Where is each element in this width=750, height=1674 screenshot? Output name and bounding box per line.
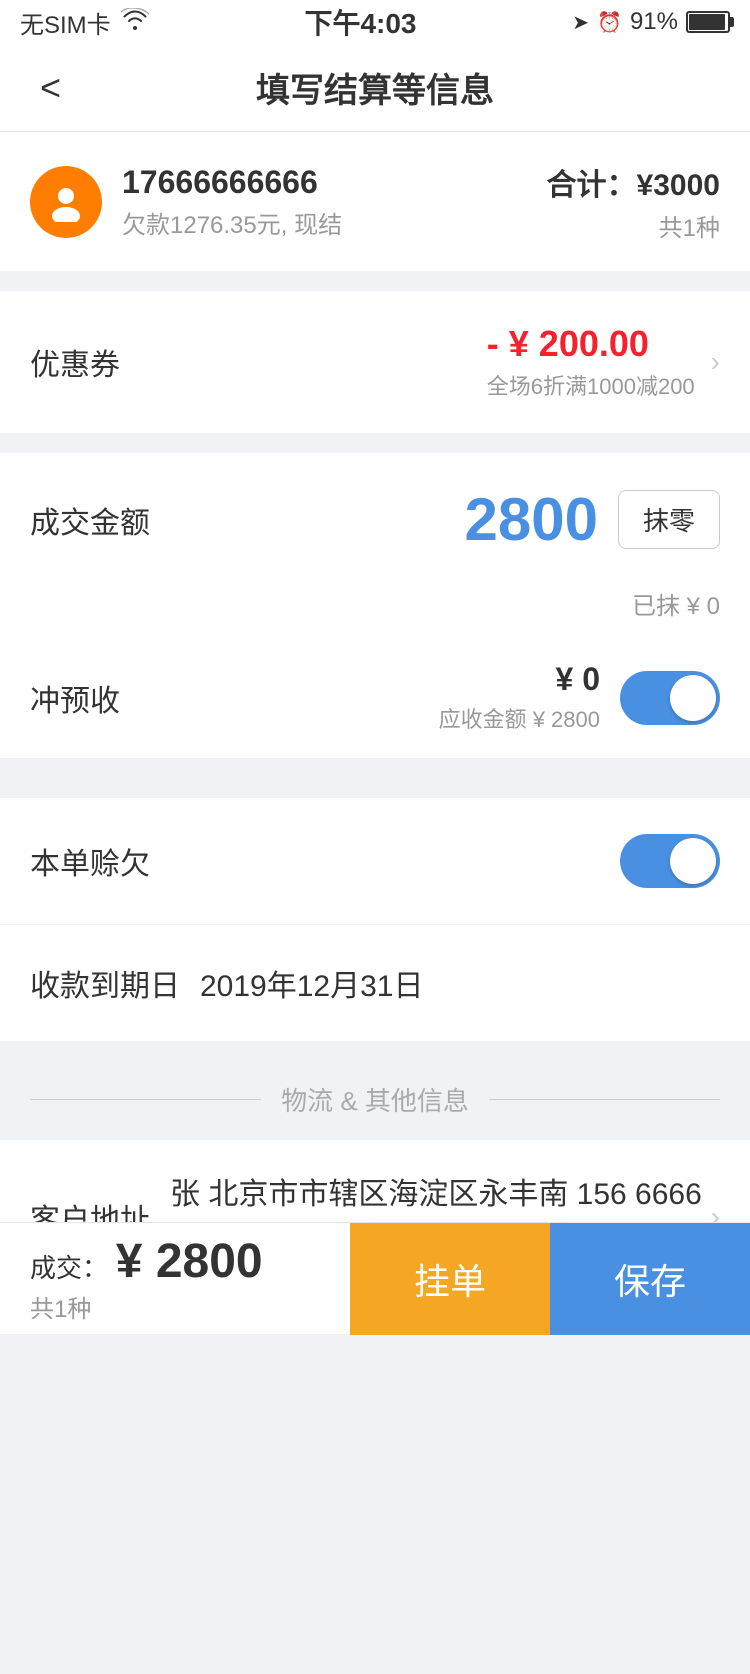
- nav-bar: < 填写结算等信息: [0, 44, 750, 132]
- hang-button-label: 挂单: [414, 1253, 486, 1305]
- status-left: 无SIM卡: [20, 5, 149, 40]
- round-button[interactable]: 抹零: [618, 490, 720, 549]
- customer-right: 合计：¥3000 共1种: [547, 160, 720, 243]
- bottom-info: 成交： ¥ 2800 共1种: [0, 1234, 350, 1324]
- divider-1: [0, 778, 750, 798]
- wifi-icon: [121, 8, 149, 37]
- bottom-amount: ¥ 2800: [116, 1235, 263, 1288]
- debt-label: 本单赊欠: [30, 839, 150, 883]
- alarm-icon: ⏰: [597, 10, 622, 35]
- logistics-divider: 物流 & 其他信息: [0, 1061, 750, 1138]
- coupon-right: - ¥ 200.00 全场6折满1000减200 ›: [487, 323, 720, 401]
- debt-toggle[interactable]: [620, 834, 720, 888]
- carrier-text: 无SIM卡: [20, 5, 111, 40]
- bottom-count: 共1种: [30, 1289, 320, 1324]
- total-count: 共1种: [547, 208, 720, 243]
- deal-row: 成交金额 2800 抹零: [0, 453, 750, 586]
- customer-left: 17666666666 欠款1276.35元, 现结: [30, 164, 342, 240]
- save-button-label: 保存: [614, 1253, 686, 1305]
- status-bar: 无SIM卡 下午4:03 ➤ ⏰ 91%: [0, 0, 750, 44]
- coupon-amount: - ¥ 200.00: [487, 323, 695, 365]
- logistics-line-left: [30, 1099, 261, 1100]
- prepay-sub: 应收金额 ¥ 2800: [439, 702, 600, 734]
- deal-sub: 已抹 ¥ 0: [0, 586, 750, 637]
- customer-info: 17666666666 欠款1276.35元, 现结: [122, 164, 342, 240]
- location-icon: ➤: [572, 10, 589, 35]
- deal-label: 成交金额: [30, 498, 150, 542]
- bottom-total-line: 成交： ¥ 2800: [30, 1234, 320, 1289]
- coupon-row[interactable]: 优惠券 - ¥ 200.00 全场6折满1000减200 ›: [0, 291, 750, 433]
- coupon-desc: 全场6折满1000减200: [487, 369, 695, 401]
- back-button[interactable]: <: [30, 57, 71, 119]
- deal-right: 2800 抹零: [465, 485, 721, 554]
- debt-row: 本单赊欠: [0, 798, 750, 924]
- page-title: 填写结算等信息: [256, 63, 494, 112]
- toggle-knob: [670, 675, 716, 721]
- bottom-deal-label: 成交：: [30, 1253, 108, 1283]
- save-button[interactable]: 保存: [550, 1223, 750, 1335]
- customer-sub: 欠款1276.35元, 现结: [122, 205, 342, 240]
- hang-button[interactable]: 挂单: [350, 1223, 550, 1335]
- due-date: 2019年12月31日: [200, 961, 423, 1005]
- prepay-row: 冲预收 ¥ 0 应收金额 ¥ 2800: [0, 637, 750, 758]
- due-date-row: 收款到期日 2019年12月31日: [0, 925, 750, 1041]
- coupon-chevron-icon: ›: [711, 346, 720, 378]
- battery-percent: 91%: [630, 8, 678, 36]
- deal-amount: 2800: [465, 485, 598, 554]
- status-time: 下午4:03: [304, 2, 416, 42]
- bottom-bar: 成交： ¥ 2800 共1种 挂单 保存: [0, 1222, 750, 1334]
- coupon-amount-block: - ¥ 200.00 全场6折满1000减200: [487, 323, 695, 401]
- prepay-amount: ¥ 0: [439, 661, 600, 698]
- customer-card: 17666666666 欠款1276.35元, 现结 合计：¥3000 共1种: [0, 132, 750, 271]
- due-label: 收款到期日: [30, 961, 180, 1005]
- customer-phone: 17666666666: [122, 164, 342, 201]
- prepay-amount-block: ¥ 0 应收金额 ¥ 2800: [439, 661, 600, 734]
- content-area: 17666666666 欠款1276.35元, 现结 合计：¥3000 共1种 …: [0, 132, 750, 1674]
- avatar: [30, 166, 102, 238]
- status-right: ➤ ⏰ 91%: [572, 8, 730, 36]
- debt-toggle-knob: [670, 838, 716, 884]
- coupon-section: 优惠券 - ¥ 200.00 全场6折满1000减200 ›: [0, 291, 750, 433]
- logistics-text: 物流 & 其他信息: [261, 1081, 489, 1118]
- logistics-line-right: [489, 1099, 720, 1100]
- prepay-toggle[interactable]: [620, 671, 720, 725]
- prepay-right: ¥ 0 应收金额 ¥ 2800: [439, 661, 720, 734]
- coupon-label: 优惠券: [30, 340, 120, 384]
- battery-icon: [686, 11, 730, 33]
- total-amount: 合计：¥3000: [547, 160, 720, 204]
- prepay-label: 冲预收: [30, 676, 120, 720]
- deal-section: 成交金额 2800 抹零 已抹 ¥ 0 冲预收 ¥ 0 应收金额 ¥ 2800: [0, 453, 750, 758]
